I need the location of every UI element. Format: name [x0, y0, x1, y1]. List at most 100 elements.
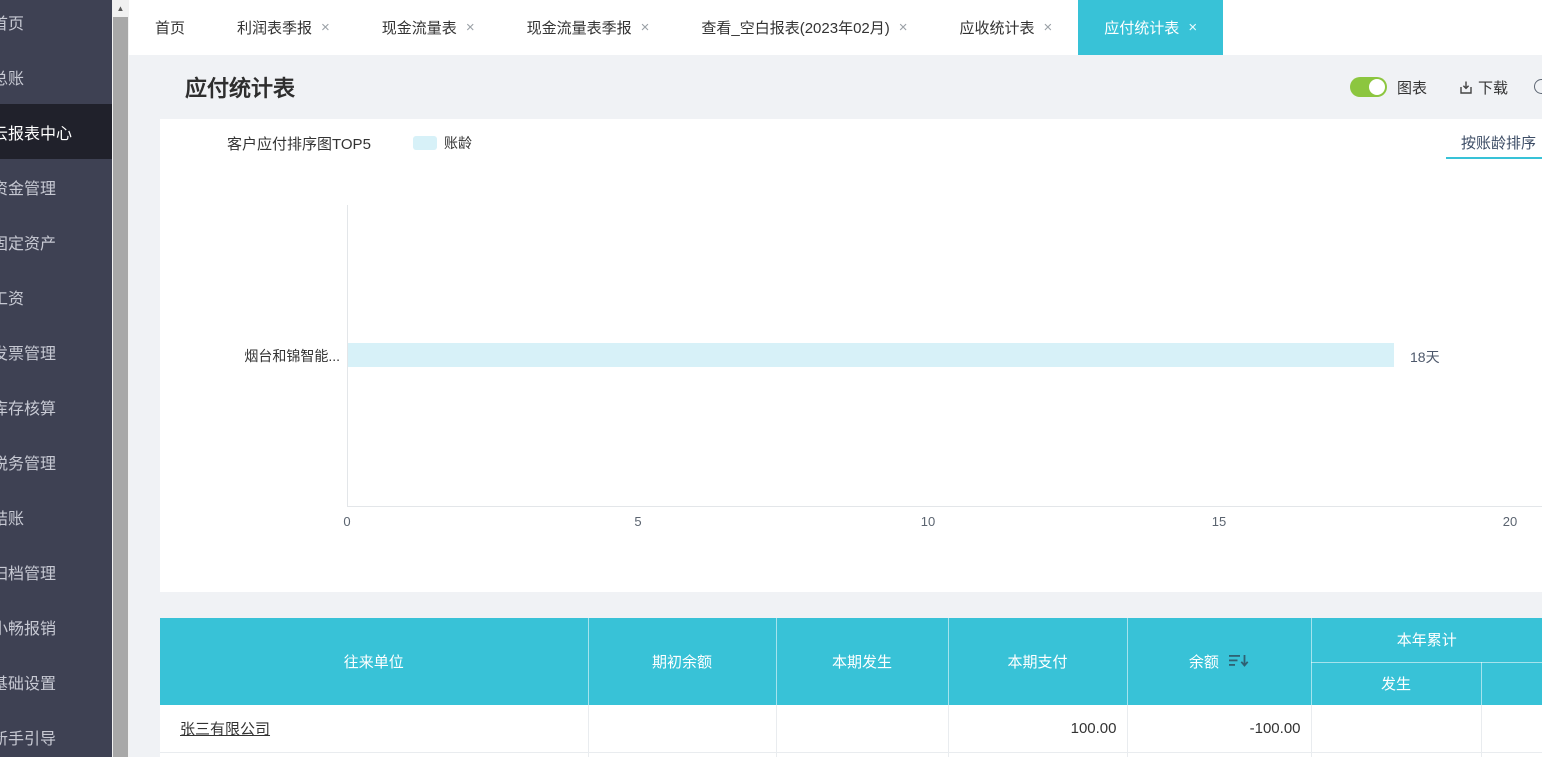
close-icon[interactable]: × — [641, 19, 650, 36]
tab-bar: 首页 利润表季报 × 现金流量表 × 现金流量表季报 × 查看_空白报表(202… — [129, 0, 1542, 55]
tab-payable-stats[interactable]: 应付统计表 × — [1078, 0, 1224, 55]
col-header-opening-balance[interactable]: 期初余额 — [588, 618, 777, 705]
close-icon[interactable]: × — [321, 19, 330, 36]
sidebar-item-invoices[interactable]: 发票管理 — [0, 324, 112, 379]
tab-profit-quarterly[interactable]: 利润表季报 × — [211, 0, 356, 55]
title-bar: 应付统计表 图表 下载 — [129, 55, 1542, 119]
chart-toggle-label: 图表 — [1396, 79, 1427, 97]
chart-bar-category-label: 烟台和锦智能... — [244, 348, 340, 364]
legend-label: 账龄 — [444, 135, 472, 151]
sidebar-item-label: 新手引导 — [0, 730, 57, 748]
sort-link-underline — [1446, 157, 1542, 159]
sidebar-item-label: 基础设置 — [0, 675, 57, 693]
col-header-balance[interactable]: 余额 — [1127, 618, 1312, 705]
download-button[interactable]: 下载 — [1459, 77, 1508, 98]
close-icon[interactable]: × — [1044, 19, 1053, 36]
close-icon[interactable]: × — [1188, 19, 1197, 36]
sidebar-item-closing[interactable]: 结账 — [0, 489, 112, 544]
sidebar-item-fixed-assets[interactable]: 固定资产 — [0, 214, 112, 269]
main-area: 首页 利润表季报 × 现金流量表 × 现金流量表季报 × 查看_空白报表(202… — [129, 0, 1542, 757]
table-row: 张三有限公司 100.00 -100.00 — [160, 705, 1542, 753]
cell-ytd-incurred — [1311, 705, 1482, 753]
col-header-ytd-cutoff — [1481, 662, 1542, 705]
print-icon-shape — [1534, 79, 1542, 94]
scrollbar-thumb[interactable] — [113, 17, 128, 757]
tab-cashflow-quarterly[interactable]: 现金流量表季报 × — [501, 0, 676, 55]
sidebar-item-label: 小畅报销 — [0, 620, 57, 638]
print-icon-partial[interactable] — [1534, 78, 1542, 96]
sidebar-item-tax[interactable]: 税务管理 — [0, 434, 112, 489]
tab-label: 现金流量表 — [381, 20, 457, 37]
sort-by-age-link[interactable]: 按账龄排序 — [1461, 132, 1536, 153]
download-label: 下载 — [1477, 79, 1508, 97]
tab-label: 应付统计表 — [1104, 20, 1180, 37]
chart-x-axis-line — [347, 506, 1542, 507]
x-tick: 15 — [1211, 514, 1227, 529]
sidebar-item-label: 库存核算 — [0, 400, 57, 418]
chart-card: 客户应付排序图TOP5 账龄 按账龄排序 烟台和锦智能... 18天 0 5 1… — [160, 119, 1542, 592]
chart-bar-value-label: 18天 — [1410, 349, 1440, 365]
sidebar-item-general-ledger[interactable]: 总账 — [0, 49, 112, 104]
sidebar-item-home[interactable]: 首页 — [0, 0, 112, 49]
sidebar-item-expense[interactable]: 小畅报销 — [0, 599, 112, 654]
header-controls: 图表 下载 — [1349, 77, 1542, 98]
scroll-up-icon[interactable]: ▲ — [112, 0, 129, 17]
sidebar-item-label: 归档管理 — [0, 565, 57, 583]
tab-label: 首页 — [155, 20, 186, 37]
tab-label: 查看_空白报表(2023年02月) — [701, 20, 890, 37]
sidebar-item-label: 固定资产 — [0, 235, 57, 253]
col-header-ytd-incurred[interactable]: 发生 — [1311, 662, 1482, 705]
cell-opening-balance — [588, 705, 777, 753]
tab-label: 应收统计表 — [959, 20, 1035, 37]
sidebar-item-payroll[interactable]: 工资 — [0, 269, 112, 324]
sidebar-item-label: 资金管理 — [0, 180, 57, 198]
company-link[interactable]: 张三有限公司 — [180, 721, 270, 738]
tab-label: 利润表季报 — [237, 20, 313, 37]
table-row-partial — [160, 752, 1542, 757]
sidebar-item-inventory[interactable]: 库存核算 — [0, 379, 112, 434]
payables-table: 往来单位 期初余额 本期发生 本期支付 余额 本年累计 发生 张三有限公司 10… — [160, 618, 1542, 757]
toggle-knob — [1368, 79, 1385, 95]
page-title: 应付统计表 — [185, 76, 296, 101]
sidebar-item-label: 发票管理 — [0, 345, 57, 363]
cell-balance: -100.00 — [1127, 705, 1312, 753]
sidebar-item-funds[interactable]: 资金管理 — [0, 159, 112, 214]
sidebar-item-label: 总账 — [0, 70, 25, 88]
close-icon[interactable]: × — [899, 19, 908, 36]
sidebar-item-cloud-reports[interactable]: 云报表中心 — [0, 104, 112, 159]
sidebar-item-archive[interactable]: 归档管理 — [0, 544, 112, 599]
chart-toggle[interactable] — [1349, 77, 1387, 97]
sidebar: 首页 总账 云报表中心 资金管理 固定资产 工资 发票管理 库存核算 税务管理 … — [0, 0, 112, 757]
tab-label: 现金流量表季报 — [526, 20, 632, 37]
download-icon — [1460, 81, 1472, 94]
close-icon[interactable]: × — [466, 19, 475, 36]
chart-legend[interactable]: 账龄 — [413, 133, 472, 153]
col-header-current-incurred[interactable]: 本期发生 — [776, 618, 949, 705]
sidebar-item-label: 首页 — [0, 15, 25, 33]
legend-swatch — [413, 136, 437, 150]
col-header-company[interactable]: 往来单位 — [160, 618, 589, 705]
tab-cashflow[interactable]: 现金流量表 × — [356, 0, 501, 55]
x-tick: 5 — [634, 514, 642, 529]
x-tick: 10 — [920, 514, 936, 529]
chart-title: 客户应付排序图TOP5 — [227, 136, 371, 153]
cell-current-incurred — [776, 705, 949, 753]
sidebar-item-beginner-guide[interactable]: 新手引导 — [0, 709, 112, 757]
sidebar-scrollbar[interactable]: ▲ — [112, 0, 129, 757]
sidebar-items: 首页 总账 云报表中心 资金管理 固定资产 工资 发票管理 库存核算 税务管理 … — [0, 0, 112, 757]
sort-descending-icon[interactable] — [1229, 653, 1249, 670]
tab-home[interactable]: 首页 — [129, 0, 211, 55]
tab-view-blank-report[interactable]: 查看_空白报表(2023年02月) × — [675, 0, 933, 55]
x-tick: 20 — [1502, 514, 1518, 529]
sidebar-item-label: 云报表中心 — [0, 125, 73, 143]
col-header-current-paid[interactable]: 本期支付 — [948, 618, 1128, 705]
tab-receivable-stats[interactable]: 应收统计表 × — [934, 0, 1079, 55]
cell-cutoff — [1481, 705, 1542, 753]
sidebar-item-label: 结账 — [0, 510, 25, 528]
x-tick: 0 — [343, 514, 351, 529]
sidebar-item-basic-settings[interactable]: 基础设置 — [0, 654, 112, 709]
col-header-ytd-group: 本年累计 — [1311, 618, 1542, 663]
chart-bar[interactable] — [348, 343, 1394, 367]
col-header-balance-label: 余额 — [1188, 654, 1219, 671]
cell-current-paid: 100.00 — [948, 705, 1128, 753]
